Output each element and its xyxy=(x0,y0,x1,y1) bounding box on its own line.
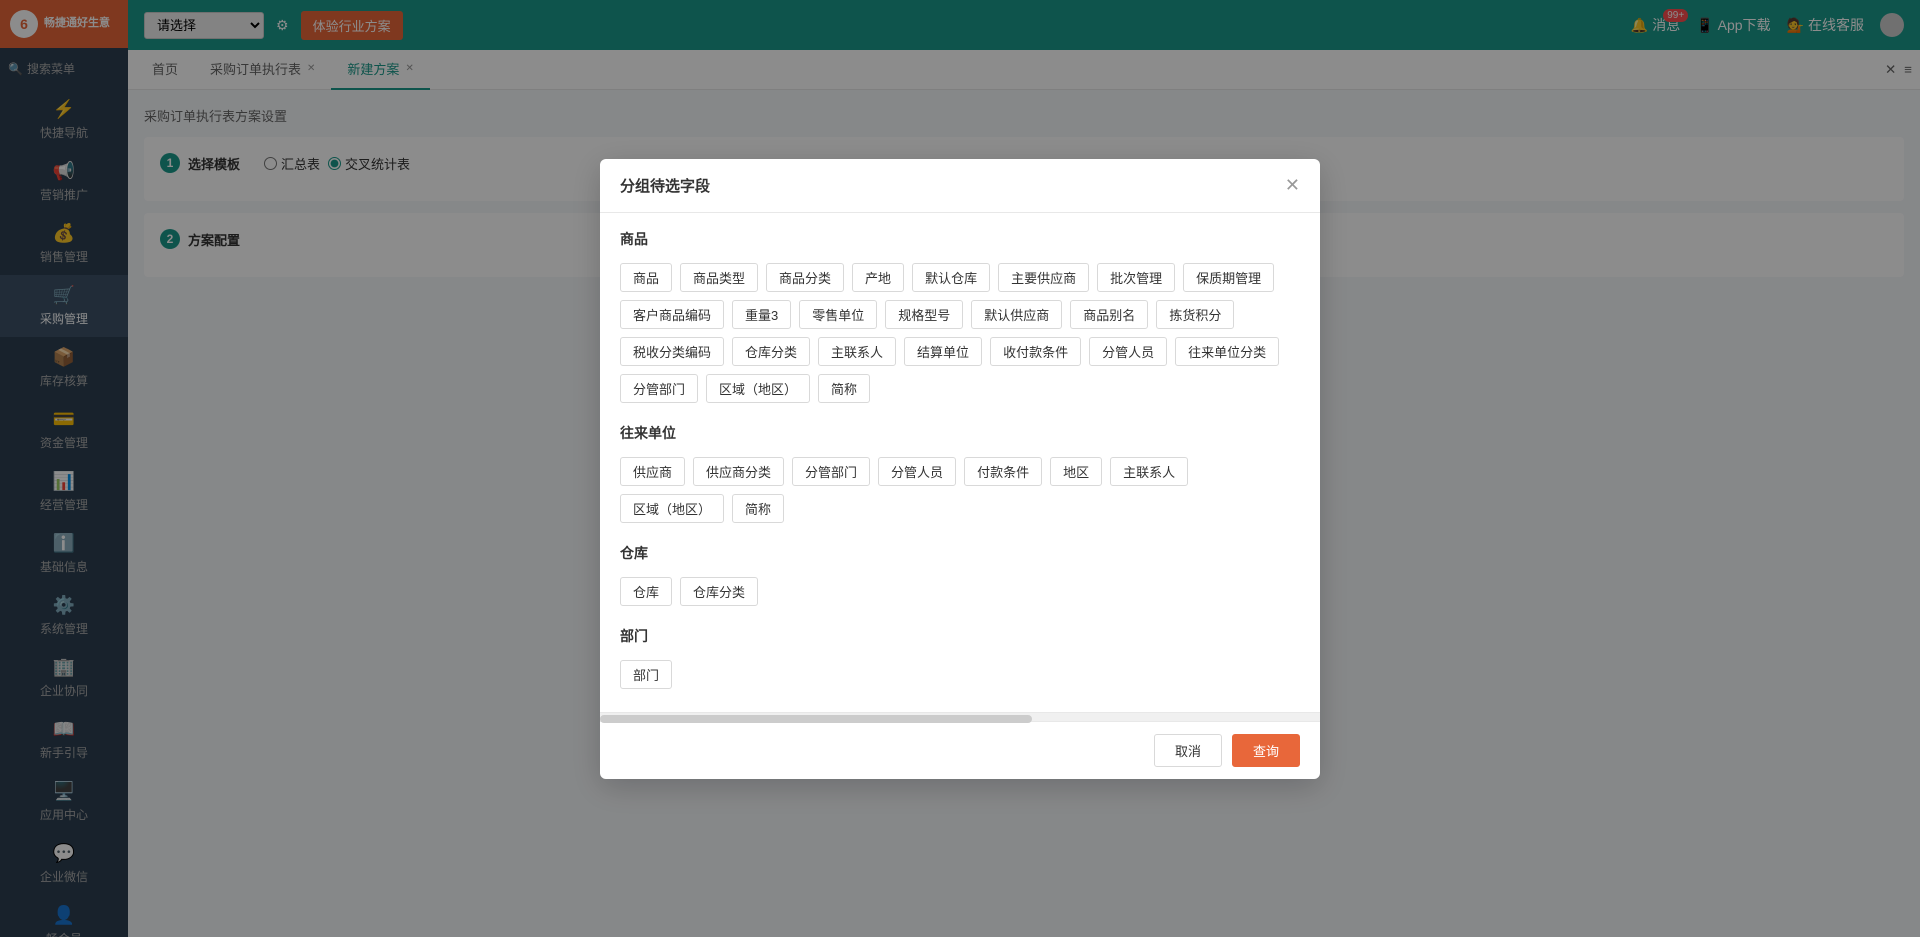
tag-dept[interactable]: 分管部门 xyxy=(792,457,870,486)
tag-tax-code[interactable]: 税收分类编码 xyxy=(620,337,724,366)
category-product: 商品 商品 商品类型 商品分类 产地 默认仓库 主要供应商 批次管理 保质期管理… xyxy=(620,229,1300,403)
category-department: 部门 部门 xyxy=(620,626,1300,689)
category-counterpart-title: 往来单位 xyxy=(620,423,1300,447)
category-warehouse: 仓库 仓库 仓库分类 xyxy=(620,543,1300,606)
tag-warehouse-category[interactable]: 仓库分类 xyxy=(732,337,810,366)
tag-area[interactable]: 地区 xyxy=(1050,457,1102,486)
dialog-body: 商品 商品 商品类型 商品分类 产地 默认仓库 主要供应商 批次管理 保质期管理… xyxy=(600,213,1320,713)
product-tags-grid: 商品 商品类型 商品分类 产地 默认仓库 主要供应商 批次管理 保质期管理 客户… xyxy=(620,263,1300,403)
tag-product-alias[interactable]: 商品别名 xyxy=(1070,300,1148,329)
category-warehouse-title: 仓库 xyxy=(620,543,1300,567)
dialog: 分组待选字段 ✕ 商品 商品 商品类型 商品分类 产地 默认仓库 主要供应商 批… xyxy=(600,159,1320,779)
tag-weight[interactable]: 重量3 xyxy=(732,300,791,329)
tag-main-contact-2[interactable]: 主联系人 xyxy=(1110,457,1188,486)
tag-pick-points[interactable]: 拣货积分 xyxy=(1156,300,1234,329)
dialog-footer: 取消 查询 xyxy=(600,721,1320,779)
tag-region[interactable]: 区域（地区） xyxy=(706,374,810,403)
modal-overlay[interactable]: 分组待选字段 ✕ 商品 商品 商品类型 商品分类 产地 默认仓库 主要供应商 批… xyxy=(0,0,1920,937)
tag-payment-terms[interactable]: 收付款条件 xyxy=(990,337,1081,366)
tag-spec-model[interactable]: 规格型号 xyxy=(885,300,963,329)
tag-supplier[interactable]: 供应商 xyxy=(620,457,685,486)
tag-main-contact[interactable]: 主联系人 xyxy=(818,337,896,366)
tag-main-supplier[interactable]: 主要供应商 xyxy=(998,263,1089,292)
cancel-button[interactable]: 取消 xyxy=(1154,734,1222,767)
tag-warehouse-type[interactable]: 仓库分类 xyxy=(680,577,758,606)
dialog-header: 分组待选字段 ✕ xyxy=(600,159,1320,213)
tag-supervisor[interactable]: 分管人员 xyxy=(1089,337,1167,366)
dialog-close-button[interactable]: ✕ xyxy=(1285,176,1300,194)
tag-payment-condition[interactable]: 付款条件 xyxy=(964,457,1042,486)
tag-origin[interactable]: 产地 xyxy=(852,263,904,292)
tag-retail-unit[interactable]: 零售单位 xyxy=(799,300,877,329)
tag-department[interactable]: 部门 xyxy=(620,660,672,689)
tag-product-type[interactable]: 商品类型 xyxy=(680,263,758,292)
tag-shelf-life[interactable]: 保质期管理 xyxy=(1183,263,1274,292)
category-department-title: 部门 xyxy=(620,626,1300,650)
tag-short-name-2[interactable]: 简称 xyxy=(732,494,784,523)
category-product-title: 商品 xyxy=(620,229,1300,253)
warehouse-tags-grid: 仓库 仓库分类 xyxy=(620,577,1300,606)
tag-short-name[interactable]: 简称 xyxy=(818,374,870,403)
tag-default-supplier[interactable]: 默认供应商 xyxy=(971,300,1062,329)
tag-staff[interactable]: 分管人员 xyxy=(878,457,956,486)
tag-customer-sku[interactable]: 客户商品编码 xyxy=(620,300,724,329)
tag-counterpart-category[interactable]: 往来单位分类 xyxy=(1175,337,1279,366)
tag-warehouse[interactable]: 仓库 xyxy=(620,577,672,606)
department-tags-grid: 部门 xyxy=(620,660,1300,689)
tag-supplier-category[interactable]: 供应商分类 xyxy=(693,457,784,486)
counterpart-tags-grid: 供应商 供应商分类 分管部门 分管人员 付款条件 地区 主联系人 区域（地区） … xyxy=(620,457,1300,523)
tag-region-2[interactable]: 区域（地区） xyxy=(620,494,724,523)
tag-product-category[interactable]: 商品分类 xyxy=(766,263,844,292)
category-counterpart: 往来单位 供应商 供应商分类 分管部门 分管人员 付款条件 地区 主联系人 区域… xyxy=(620,423,1300,523)
tag-default-warehouse[interactable]: 默认仓库 xyxy=(912,263,990,292)
confirm-button[interactable]: 查询 xyxy=(1232,734,1300,767)
dialog-hscrollbar[interactable] xyxy=(600,712,1320,720)
tag-batch-management[interactable]: 批次管理 xyxy=(1097,263,1175,292)
tag-supervisor-dept[interactable]: 分管部门 xyxy=(620,374,698,403)
dialog-title: 分组待选字段 xyxy=(620,175,710,196)
tag-settlement-unit[interactable]: 结算单位 xyxy=(904,337,982,366)
tag-product[interactable]: 商品 xyxy=(620,263,672,292)
dialog-hscrollbar-thumb[interactable] xyxy=(600,715,1032,723)
